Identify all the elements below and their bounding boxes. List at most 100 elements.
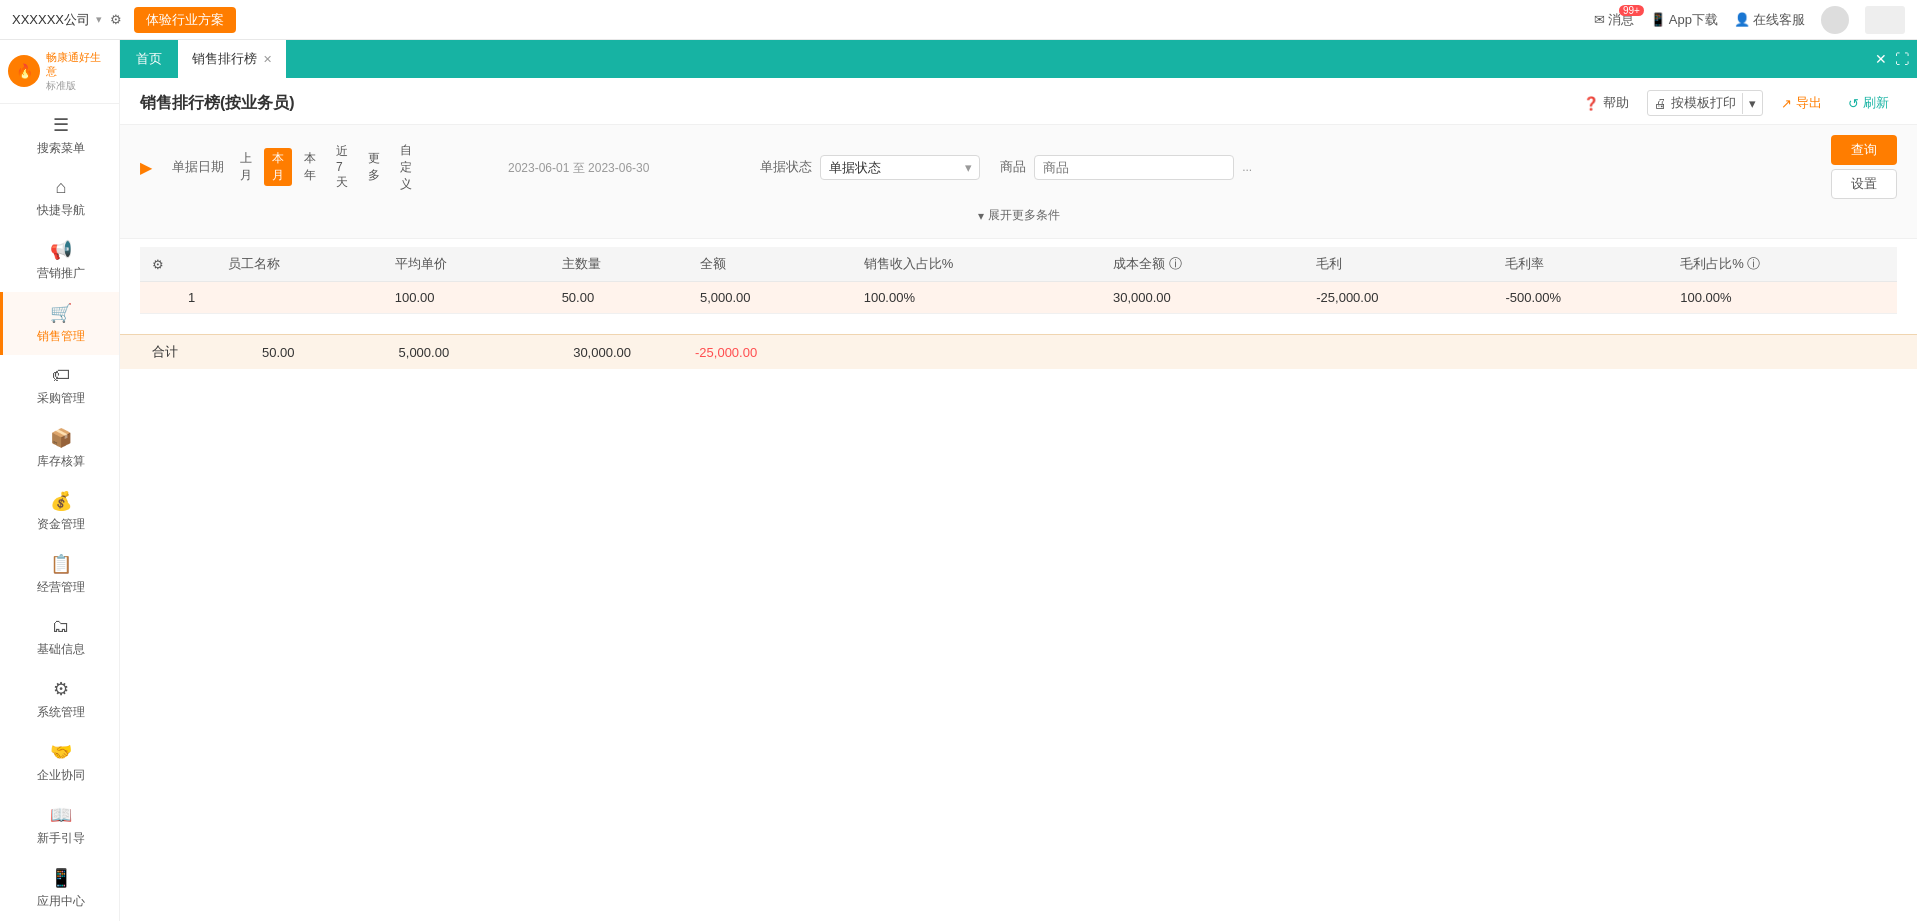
date-tab-last-month[interactable]: 上月 <box>232 148 260 186</box>
sidebar-item-enterprise[interactable]: 🤝 企业协同 <box>0 731 119 794</box>
table-header-row: ⚙ 员工名称 平均单价 主数量 全额 销售收入占比% 成本全额 ⓘ 毛利 毛利率… <box>140 247 1897 282</box>
company-name: XXXXXX公司 <box>12 11 90 29</box>
export-label: 导出 <box>1796 94 1822 112</box>
app-download-btn[interactable]: 📱 App下载 <box>1650 11 1718 29</box>
sidebar-item-purchase[interactable]: 🏷 采购管理 <box>0 355 119 417</box>
td-name <box>216 282 383 314</box>
footer-cost: 30,000.00 <box>573 345 631 360</box>
sidebar-item-guide[interactable]: 📖 新手引导 <box>0 794 119 857</box>
company-arrow-icon: ▾ <box>96 13 102 26</box>
print-btn[interactable]: 🖨 按模板打印 <box>1648 91 1742 115</box>
sidebar-label-operations: 经营管理 <box>37 579 85 596</box>
guide-icon: 📖 <box>50 804 72 826</box>
sidebar-label-marketing: 营销推广 <box>37 265 85 282</box>
print-arrow-btn[interactable]: ▾ <box>1742 93 1762 114</box>
help-btn[interactable]: ❓ 帮助 <box>1575 91 1637 115</box>
td-rank: 1 <box>176 282 216 314</box>
export-btn[interactable]: ↗ 导出 <box>1773 91 1830 115</box>
sidebar-item-marketing[interactable]: 📢 营销推广 <box>0 229 119 292</box>
status-filter: 单据状态 单据状态 <box>760 155 980 180</box>
footer-label: 合计 <box>152 343 178 361</box>
sales-icon: 🛒 <box>50 302 72 324</box>
print-icon: 🖨 <box>1654 96 1667 111</box>
sidebar-item-sales[interactable]: 🛒 销售管理 <box>0 292 119 355</box>
page-header: 销售排行榜(按业务员) ❓ 帮助 🖨 按模板打印 ▾ ↗ <box>120 78 1917 125</box>
company-selector[interactable]: XXXXXX公司 ▾ <box>12 11 102 29</box>
sidebar-label-purchase: 采购管理 <box>37 390 85 407</box>
th-amount: 全额 <box>688 247 852 282</box>
sidebar-label-finance: 资金管理 <box>37 516 85 533</box>
tab-home[interactable]: 首页 <box>120 40 178 78</box>
trial-btn[interactable]: 体验行业方案 <box>134 7 236 33</box>
window-close-icon[interactable]: ✕ <box>1875 51 1887 67</box>
refresh-label: 刷新 <box>1863 94 1889 112</box>
more-link[interactable]: ... <box>1242 160 1252 174</box>
logo-icon: 🔥 <box>8 55 40 87</box>
settings-icon[interactable]: ⚙ <box>110 12 122 27</box>
user-menu[interactable] <box>1865 6 1905 34</box>
date-label: 单据日期 <box>172 158 224 176</box>
tab-bar: 首页 销售排行榜 ✕ ✕ ⛶ <box>120 40 1917 78</box>
th-gross: 毛利 <box>1304 247 1493 282</box>
settings-btn[interactable]: 设置 <box>1831 169 1897 199</box>
apps-icon: 📱 <box>50 867 72 889</box>
goods-label: 商品 <box>1000 158 1026 176</box>
sidebar: 🔥 畅康通好生意 标准版 ☰ 搜索菜单 ⌂ 快捷导航 📢 营销推广 🛒 销售管理… <box>0 40 120 921</box>
logo-text: 畅康通好生意 <box>46 50 111 79</box>
filter-expand-icon[interactable]: ▶ <box>140 158 152 177</box>
sidebar-item-finance[interactable]: 💰 资金管理 <box>0 480 119 543</box>
td-amount: 5,000.00 <box>688 282 852 314</box>
td-gross-pct: 100.00% <box>1668 282 1897 314</box>
window-expand-icon[interactable]: ⛶ <box>1895 51 1909 67</box>
service-icon: 👤 <box>1734 12 1750 27</box>
sidebar-label-inventory: 库存核算 <box>37 453 85 470</box>
th-name: 员工名称 <box>216 247 383 282</box>
date-tab-this-month[interactable]: 本月 <box>264 148 292 186</box>
sidebar-item-apps[interactable]: 📱 应用中心 <box>0 857 119 920</box>
online-service-btn[interactable]: 👤 在线客服 <box>1734 11 1805 29</box>
date-tab-7days[interactable]: 近7天 <box>328 141 356 193</box>
query-btn[interactable]: 查询 <box>1831 135 1897 165</box>
tab-sales-ranking[interactable]: 销售排行榜 ✕ <box>178 40 286 78</box>
th-avg-price: 平均单价 <box>383 247 550 282</box>
footer-gross: -25,000.00 <box>695 345 757 360</box>
th-gross-rate: 毛利率 <box>1493 247 1668 282</box>
goods-input[interactable] <box>1034 155 1234 180</box>
enterprise-icon: 🤝 <box>50 741 72 763</box>
purchase-icon: 🏷 <box>52 365 70 386</box>
app-icon: 📱 <box>1650 12 1666 27</box>
date-filter: 单据日期 上月 本月 本年 近7天 更多 自定义 2023-06-01 至 20… <box>172 140 740 195</box>
th-cost: 成本全额 ⓘ <box>1101 247 1304 282</box>
sidebar-item-quick-nav[interactable]: ⌂ 快捷导航 <box>0 167 119 229</box>
date-tab-this-year[interactable]: 本年 <box>296 148 324 186</box>
date-tab-custom[interactable]: 自定义 <box>392 140 420 195</box>
sidebar-item-system[interactable]: ⚙ 系统管理 <box>0 668 119 731</box>
sidebar-label-quick-nav: 快捷导航 <box>37 202 85 219</box>
td-sales-pct: 100.00% <box>852 282 1101 314</box>
expand-more-btn[interactable]: ▾ 展开更多条件 <box>140 203 1897 228</box>
sidebar-label-sales: 销售管理 <box>37 328 85 345</box>
base-icon: 🗂 <box>52 616 70 637</box>
status-select-wrapper: 单据状态 <box>820 155 980 180</box>
sidebar-item-operations[interactable]: 📋 经营管理 <box>0 543 119 606</box>
status-select[interactable]: 单据状态 <box>820 155 980 180</box>
sidebar-item-search[interactable]: ☰ 搜索菜单 <box>0 104 119 167</box>
help-label: 帮助 <box>1603 94 1629 112</box>
filter-area: ▶ 单据日期 上月 本月 本年 近7天 更多 自定义 <box>120 125 1917 239</box>
page-title: 销售排行榜(按业务员) <box>140 93 295 114</box>
footer-amount: 5,000.00 <box>399 345 450 360</box>
th-icon: ⚙ <box>140 247 176 282</box>
refresh-btn[interactable]: ↺ 刷新 <box>1840 91 1897 115</box>
refresh-icon: ↺ <box>1848 96 1859 111</box>
message-btn[interactable]: ✉ 消息 99+ <box>1594 11 1634 29</box>
tab-close-icon[interactable]: ✕ <box>263 53 272 66</box>
td-avg-price: 100.00 <box>383 282 550 314</box>
print-btn-group: 🖨 按模板打印 ▾ <box>1647 90 1763 116</box>
help-icon: ❓ <box>1583 96 1599 111</box>
avatar[interactable] <box>1821 6 1849 34</box>
sidebar-item-base[interactable]: 🗂 基础信息 <box>0 606 119 668</box>
date-tab-more[interactable]: 更多 <box>360 148 388 186</box>
sidebar-item-inventory[interactable]: 📦 库存核算 <box>0 417 119 480</box>
logo-sub: 标准版 <box>46 79 111 93</box>
tab-home-label: 首页 <box>136 50 162 68</box>
